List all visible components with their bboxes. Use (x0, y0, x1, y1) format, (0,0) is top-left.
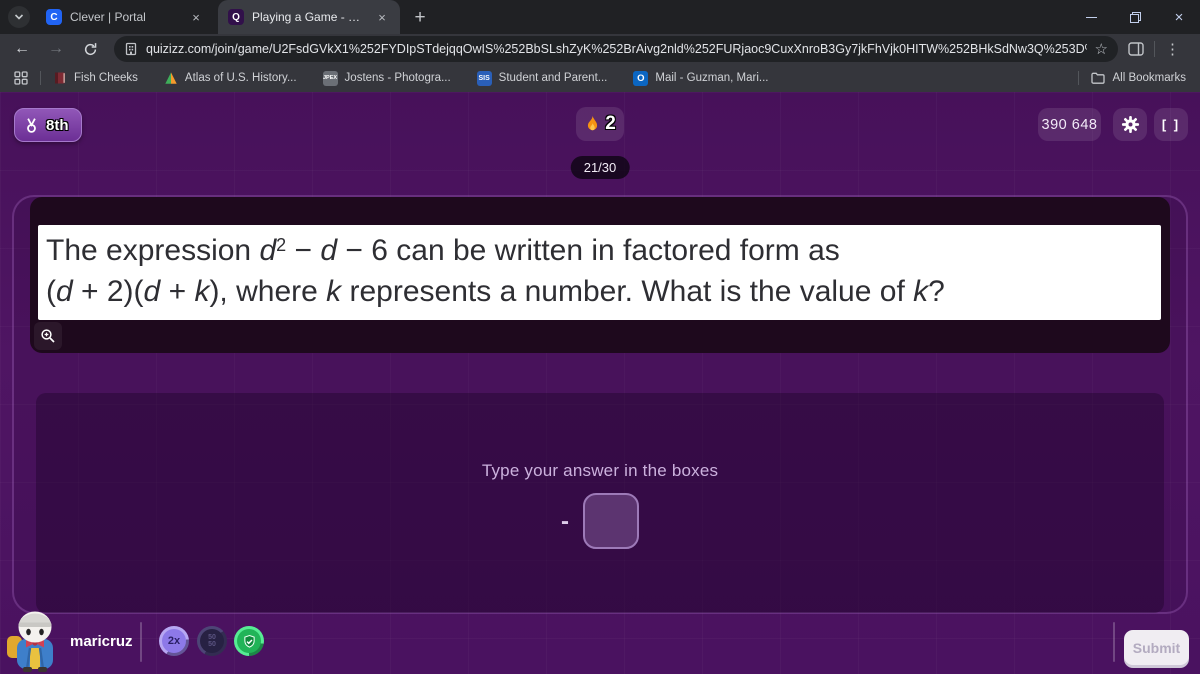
bookmark-label: Fish Cheeks (74, 72, 138, 84)
side-panel-icon[interactable] (1128, 42, 1144, 56)
gear-icon (1121, 115, 1139, 134)
bookmark-star-icon[interactable]: ☆ (1095, 40, 1108, 58)
shield-check-icon (243, 634, 255, 648)
fullscreen-button[interactable]: [ ] (1154, 108, 1188, 141)
managed-building-icon (125, 42, 137, 56)
tab-search-button[interactable] (8, 6, 30, 28)
reload-button[interactable] (76, 37, 104, 61)
url-text: quizizz.com/join/game/U2FsdGVkX1%252FYDI… (146, 42, 1087, 56)
submit-button[interactable]: Submit (1124, 630, 1189, 665)
bookmark-jostens[interactable]: JPEX Jostens - Photogra... (322, 70, 451, 86)
answer-row: - (36, 493, 1164, 549)
bookmarks-separator (1077, 71, 1079, 85)
powerup-shield[interactable] (234, 626, 264, 656)
question-panel: The expression d2 − d − 6 can be written… (30, 197, 1170, 353)
bookmarks-separator (40, 71, 41, 85)
bookmark-student-parent[interactable]: SIS Student and Parent... (476, 70, 608, 86)
streak-count: 2 (605, 113, 616, 134)
fifty-fifty-icon: 50 50 (200, 629, 224, 653)
window-controls: × (1082, 0, 1200, 34)
question-box: The expression d2 − d − 6 can be written… (38, 225, 1161, 320)
restore-button[interactable] (1126, 8, 1144, 26)
fullscreen-icon: [ ] (1161, 117, 1181, 132)
powerup-double-points[interactable]: 2x (159, 626, 189, 656)
rank-label: 8th (46, 116, 69, 134)
streak-counter: 2 (576, 107, 624, 141)
fifty-top: 50 (208, 634, 216, 641)
all-bookmarks-label: All Bookmarks (1112, 72, 1187, 84)
tab-title: Clever | Portal (70, 10, 146, 24)
restore-icon (1129, 11, 1141, 23)
quizizz-game-page: 8th 2 21/30 390 648 [] The expression d… (0, 92, 1200, 674)
tab-strip: C Clever | Portal × Q Playing a Game - Q… (0, 0, 1200, 34)
bookmarks-bar: Fish Cheeks Atlas of U.S. History... JPE… (0, 64, 1200, 92)
clever-favicon-icon: C (46, 9, 62, 25)
fifty-bottom: 50 (208, 641, 216, 648)
medal-icon (27, 117, 36, 133)
question-progress: 21/30 (570, 156, 630, 179)
bookmark-label: Mail - Guzman, Mari... (655, 72, 769, 84)
minus-sign: - (561, 508, 569, 535)
tab-title: Playing a Game - Quizizz (252, 10, 366, 24)
bookmark-label: Atlas of U.S. History... (184, 72, 297, 84)
double-points-icon: 2x (162, 629, 186, 653)
close-window-button[interactable]: × (1170, 8, 1188, 26)
back-button[interactable]: ← (8, 37, 36, 61)
flame-icon (588, 115, 598, 130)
bottom-bar: maricruz 2x 50 50 Submit (0, 606, 1200, 674)
question-text: The expression d2 − d − 6 can be written… (46, 234, 945, 308)
player-avatar (6, 606, 64, 674)
bookmark-label: Student and Parent... (498, 72, 608, 84)
bookmark-atlas-history[interactable]: Atlas of U.S. History... (164, 71, 297, 85)
tab-clever-portal[interactable]: C Clever | Portal × (36, 0, 214, 34)
minimize-button[interactable] (1082, 8, 1100, 26)
browser-menu-button[interactable]: ⋮ (1165, 40, 1180, 58)
bookmark-label: Jostens - Photogra... (344, 72, 451, 84)
score-display: 390 648 (1038, 108, 1101, 141)
answer-instruction: Type your answer in the boxes (481, 461, 719, 480)
toolbar-right: ⋮ (1128, 40, 1180, 58)
forward-button[interactable]: → (42, 37, 70, 61)
answer-panel: Type your answer in the boxes - (36, 393, 1164, 613)
quizizz-favicon-icon: Q (228, 9, 244, 25)
minimize-icon (1085, 16, 1097, 18)
new-tab-button[interactable]: + (408, 6, 432, 30)
settings-button[interactable] (1113, 108, 1147, 141)
folder-icon (1090, 72, 1105, 84)
toolbar-separator (1154, 41, 1155, 57)
sis-badge-icon: SIS (476, 70, 492, 86)
rank-badge[interactable]: 8th (14, 108, 82, 142)
submit-separator (1113, 622, 1115, 662)
powerup-fifty-fifty[interactable]: 50 50 (197, 626, 227, 656)
name-separator (140, 622, 142, 662)
apps-grid-icon[interactable] (14, 71, 28, 85)
chevron-down-icon (14, 14, 24, 20)
address-bar[interactable]: quizizz.com/join/game/U2FsdGVkX1%252FYDI… (114, 36, 1118, 62)
book-icon (55, 72, 65, 84)
zoom-question-button[interactable] (34, 322, 62, 350)
magnifier-plus-icon (41, 329, 55, 343)
player-name: maricruz (70, 633, 133, 650)
close-tab-icon[interactable]: × (374, 9, 390, 25)
triangle-logo-icon (165, 72, 177, 84)
all-bookmarks-button[interactable]: All Bookmarks (1077, 71, 1187, 85)
browser-toolbar: ← → quizizz.com/join/game/U2FsdGVkX1%252… (0, 34, 1200, 64)
close-tab-icon[interactable]: × (188, 9, 204, 25)
browser-window: C Clever | Portal × Q Playing a Game - Q… (0, 0, 1200, 674)
answer-input[interactable] (583, 493, 639, 549)
outlook-icon: O (633, 70, 649, 86)
reload-icon (84, 42, 96, 55)
bookmark-fish-cheeks[interactable]: Fish Cheeks (53, 71, 138, 85)
jpex-badge-icon: JPEX (322, 70, 338, 86)
bookmark-mail-guzman[interactable]: O Mail - Guzman, Mari... (633, 70, 769, 86)
tab-quizizz[interactable]: Q Playing a Game - Quizizz × (218, 0, 400, 34)
